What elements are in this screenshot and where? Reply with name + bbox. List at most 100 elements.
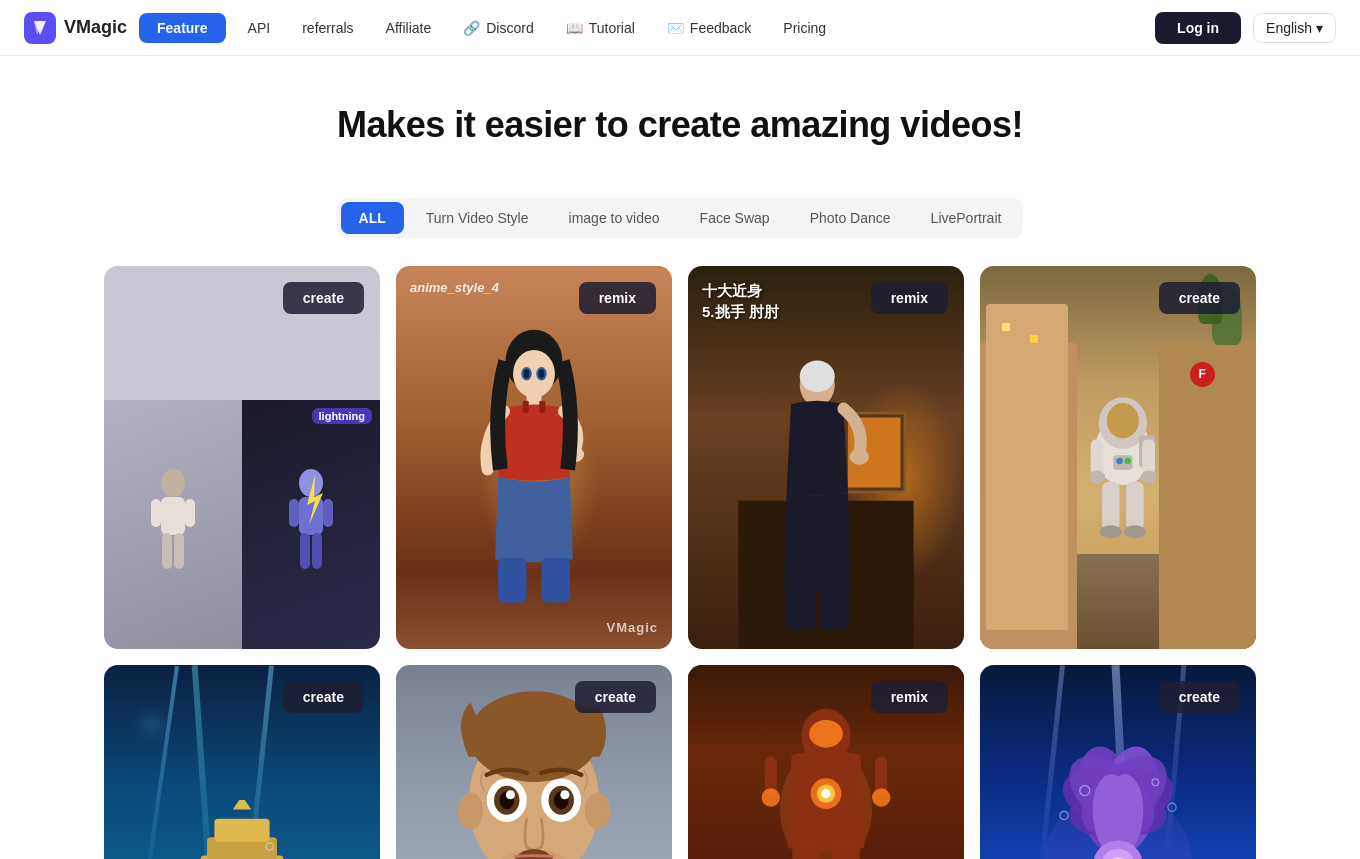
- tab-photo-dance[interactable]: Photo Dance: [792, 202, 909, 234]
- feature-button[interactable]: Feature: [139, 13, 226, 43]
- card-7-remix-button[interactable]: remix: [871, 681, 948, 713]
- hero-headline: Makes it easier to create amazing videos…: [24, 104, 1336, 146]
- mail-icon: ✉️: [667, 20, 684, 36]
- lightning-label: lightning: [312, 408, 372, 424]
- card-6-create-button[interactable]: create: [575, 681, 656, 713]
- tab-image-to-video[interactable]: image to video: [551, 202, 678, 234]
- svg-point-37: [1107, 402, 1139, 437]
- card-3-title: 十大近身 5.挑手 肘肘: [702, 280, 779, 322]
- svg-point-81: [560, 791, 569, 800]
- filter-tabs: ALL Turn Video Style image to video Face…: [337, 198, 1024, 238]
- svg-point-92: [762, 788, 780, 806]
- svg-rect-40: [1142, 439, 1155, 475]
- card-5[interactable]: create: [104, 665, 380, 859]
- svg-rect-18: [523, 401, 529, 413]
- svg-point-31: [800, 360, 835, 392]
- feedback-link[interactable]: ✉️ Feedback: [653, 13, 765, 43]
- svg-rect-13: [312, 533, 322, 569]
- svg-rect-43: [1102, 481, 1120, 529]
- svg-point-89: [809, 720, 843, 748]
- card-2[interactable]: anime_style_4: [396, 266, 672, 649]
- svg-point-93: [872, 788, 890, 806]
- anime-style-label: anime_style_4: [410, 280, 499, 295]
- referrals-link[interactable]: referrals: [288, 13, 367, 43]
- astronaut-figure: [1075, 370, 1172, 581]
- svg-rect-7: [174, 533, 184, 569]
- underwater-scene: [104, 800, 380, 860]
- svg-rect-19: [539, 401, 545, 413]
- svg-point-16: [513, 350, 555, 398]
- purple-flower: [1015, 732, 1222, 859]
- svg-rect-4: [151, 499, 161, 527]
- tutorial-link[interactable]: 📖 Tutorial: [552, 13, 649, 43]
- discord-link[interactable]: 🔗 Discord: [449, 13, 547, 43]
- svg-rect-54: [214, 818, 269, 841]
- anime-figure: [444, 320, 623, 619]
- card-6[interactable]: create: [396, 665, 672, 859]
- card-3-remix-button[interactable]: remix: [871, 282, 948, 314]
- svg-rect-10: [289, 499, 299, 527]
- tab-liveportrait[interactable]: LivePortrait: [913, 202, 1020, 234]
- card-8[interactable]: create: [980, 665, 1256, 859]
- affiliate-link[interactable]: Affiliate: [372, 13, 446, 43]
- tab-turn-video-style[interactable]: Turn Video Style: [408, 202, 547, 234]
- logo-icon: [24, 12, 56, 44]
- svg-rect-95: [832, 846, 860, 859]
- card-2-remix-button[interactable]: remix: [579, 282, 656, 314]
- hero-section: Makes it easier to create amazing videos…: [0, 56, 1360, 170]
- svg-point-46: [1124, 525, 1147, 538]
- card-5-create-button[interactable]: create: [283, 681, 364, 713]
- svg-rect-33: [786, 586, 816, 630]
- book-icon: 📖: [566, 20, 583, 36]
- language-selector[interactable]: English ▾: [1253, 13, 1336, 43]
- svg-rect-12: [300, 533, 310, 569]
- svg-point-113: [1168, 803, 1176, 811]
- brand-name: VMagic: [64, 17, 127, 38]
- card-1[interactable]: lightning create: [104, 266, 380, 649]
- discord-icon: 🔗: [463, 20, 480, 36]
- svg-rect-94: [792, 846, 820, 859]
- brand-logo[interactable]: VMagic: [24, 12, 127, 44]
- svg-rect-11: [323, 499, 333, 527]
- svg-marker-55: [233, 800, 251, 810]
- card-1-create-button[interactable]: create: [283, 282, 364, 314]
- card-grid: lightning create: [80, 266, 1280, 859]
- svg-rect-6: [162, 533, 172, 569]
- pricing-link[interactable]: Pricing: [769, 13, 840, 43]
- svg-rect-5: [185, 499, 195, 527]
- ironman-figure: [729, 694, 922, 859]
- svg-point-26: [538, 370, 544, 379]
- svg-point-80: [506, 791, 515, 800]
- api-link[interactable]: API: [234, 13, 285, 43]
- svg-point-49: [1124, 457, 1130, 463]
- svg-point-87: [821, 789, 830, 798]
- svg-rect-34: [819, 586, 849, 630]
- svg-point-45: [1099, 525, 1122, 538]
- tab-all[interactable]: ALL: [341, 202, 404, 234]
- card-3[interactable]: 十大近身 5.挑手 肘肘 remix: [688, 266, 964, 649]
- card-1-after-image: lightning: [242, 400, 380, 649]
- svg-point-48: [1116, 457, 1122, 463]
- svg-point-25: [524, 370, 530, 379]
- login-button[interactable]: Log in: [1155, 12, 1241, 44]
- navbar: VMagic Feature API referrals Affiliate 🔗…: [0, 0, 1360, 56]
- card-4-create-button[interactable]: create: [1159, 282, 1240, 314]
- tab-face-swap[interactable]: Face Swap: [682, 202, 788, 234]
- svg-point-32: [850, 449, 869, 465]
- svg-point-73: [585, 793, 610, 829]
- svg-point-42: [1141, 470, 1157, 483]
- svg-point-72: [458, 793, 483, 829]
- svg-point-41: [1089, 470, 1105, 483]
- chevron-down-icon: ▾: [1316, 20, 1323, 36]
- svg-point-2: [161, 469, 185, 497]
- card-8-create-button[interactable]: create: [1159, 681, 1240, 713]
- card-1-before-image: [104, 400, 242, 649]
- martial-figure: [716, 343, 937, 650]
- card-7[interactable]: remix: [688, 665, 964, 859]
- svg-rect-21: [541, 558, 569, 603]
- language-label: English: [1266, 20, 1312, 36]
- card-4[interactable]: F: [980, 266, 1256, 649]
- svg-rect-44: [1126, 481, 1144, 529]
- vmagic-watermark: VMagic: [606, 620, 658, 635]
- svg-rect-20: [498, 558, 526, 603]
